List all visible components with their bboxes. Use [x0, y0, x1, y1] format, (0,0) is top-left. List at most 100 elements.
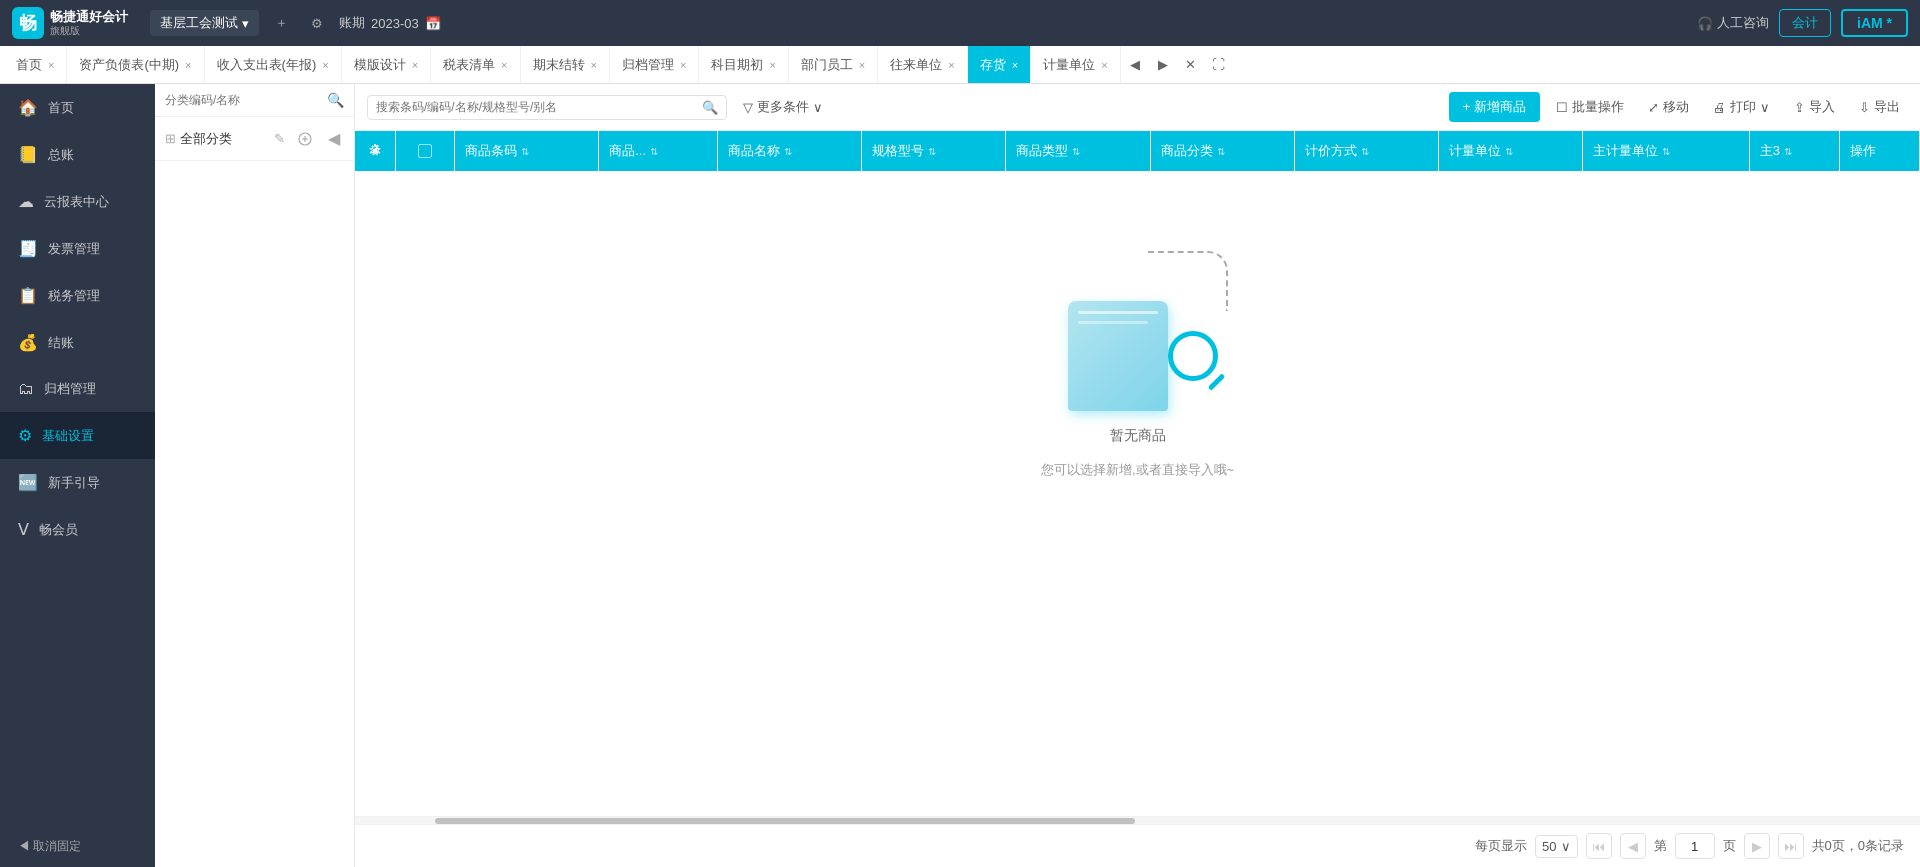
- sort-code-icon: ⇅: [650, 146, 658, 157]
- sort-unit-icon: ⇅: [1505, 146, 1513, 157]
- close-tab-income[interactable]: ×: [322, 59, 328, 71]
- th-category[interactable]: 商品分类 ⇅: [1150, 131, 1294, 171]
- page-number-input[interactable]: [1675, 833, 1715, 859]
- th-code[interactable]: 商品... ⇅: [599, 131, 718, 171]
- scrollbar-thumb[interactable]: [435, 818, 1135, 824]
- sidebar-item-settings[interactable]: ⚙ 基础设置: [0, 412, 155, 459]
- panel-collapse-button[interactable]: ◀: [324, 125, 344, 152]
- th-price-method[interactable]: 计价方式 ⇅: [1294, 131, 1438, 171]
- sidebar-item-reports[interactable]: ☁ 云报表中心: [0, 178, 155, 225]
- horizontal-scrollbar[interactable]: [355, 816, 1920, 824]
- sidebar-item-member[interactable]: Ⅴ 畅会员: [0, 506, 155, 553]
- tabs-scroll-right[interactable]: ▶: [1149, 46, 1177, 84]
- main-layout: 🏠 首页 📒 总账 ☁ 云报表中心 🧾 发票管理 📋 税务管理 💰 结账 🗂 归…: [0, 84, 1920, 867]
- tabs-maximize[interactable]: ⛶: [1205, 46, 1233, 84]
- prev-page-button[interactable]: ◀: [1620, 833, 1646, 859]
- close-tab-partners[interactable]: ×: [948, 59, 954, 71]
- th-action: 操作: [1840, 131, 1920, 171]
- tab-balance[interactable]: 资产负债表(中期) ×: [67, 46, 204, 84]
- th-type[interactable]: 商品类型 ⇅: [1006, 131, 1150, 171]
- move-icon: ⤢: [1648, 100, 1659, 115]
- tab-template[interactable]: 模版设计 ×: [342, 46, 431, 84]
- th-col3[interactable]: 主3 ⇅: [1749, 131, 1839, 171]
- print-button[interactable]: 🖨 打印 ∨: [1705, 94, 1778, 120]
- tab-home[interactable]: 首页 ×: [4, 46, 67, 84]
- import-icon: ⇪: [1794, 100, 1805, 115]
- calendar-icon[interactable]: 📅: [425, 16, 441, 31]
- th-main-unit[interactable]: 主计量单位 ⇅: [1583, 131, 1749, 171]
- close-tab-balance[interactable]: ×: [185, 59, 191, 71]
- sidebar-item-guide[interactable]: 🆕 新手引导: [0, 459, 155, 506]
- th-barcode[interactable]: 商品条码 ⇅: [454, 131, 598, 171]
- tabs-scroll-left[interactable]: ◀: [1121, 46, 1149, 84]
- category-all-label[interactable]: 全部分类: [180, 130, 232, 148]
- filter-button[interactable]: ▽ 更多条件 ∨: [735, 94, 831, 120]
- select-all-checkbox[interactable]: [418, 144, 432, 158]
- close-tab-department[interactable]: ×: [859, 59, 865, 71]
- company-selector[interactable]: 基层工会测试 ▾: [150, 10, 259, 36]
- period-value: 2023-03: [371, 16, 419, 31]
- settings-icon[interactable]: ⚙: [303, 9, 331, 37]
- category-search-icon[interactable]: 🔍: [327, 92, 344, 108]
- content-area: 🔍 ⊞ 全部分类 ✎: [155, 84, 1920, 867]
- main-search-input[interactable]: [376, 100, 696, 114]
- tab-period-end[interactable]: 期末结转 ×: [521, 46, 610, 84]
- category-add-button[interactable]: [294, 128, 316, 150]
- filter-icon: ▽: [743, 100, 753, 115]
- close-tab-inventory[interactable]: ×: [1012, 59, 1018, 71]
- move-button[interactable]: ⤢ 移动: [1640, 94, 1697, 120]
- sidebar-item-archive[interactable]: 🗂 归档管理: [0, 366, 155, 412]
- add-tab-button[interactable]: ＋: [267, 9, 295, 37]
- main-search-icon[interactable]: 🔍: [702, 100, 718, 115]
- iam-button[interactable]: iAM *: [1841, 9, 1908, 37]
- th-gear[interactable]: [355, 131, 395, 171]
- close-books-icon: 💰: [18, 333, 38, 352]
- account-button[interactable]: 会计: [1779, 9, 1831, 37]
- category-search-input[interactable]: [165, 93, 323, 107]
- tab-tax[interactable]: 税表清单 ×: [431, 46, 520, 84]
- batch-operation-button[interactable]: ☐ 批量操作: [1548, 94, 1632, 120]
- page-word: 第: [1654, 837, 1667, 855]
- category-edit-button[interactable]: ✎: [268, 128, 290, 150]
- close-tab-period-end[interactable]: ×: [591, 59, 597, 71]
- tab-archive[interactable]: 归档管理 ×: [610, 46, 699, 84]
- sidebar-unpin-button[interactable]: ◀ 取消固定: [0, 826, 155, 867]
- add-product-button[interactable]: + 新增商品: [1449, 92, 1540, 122]
- last-page-button[interactable]: ⏭: [1778, 833, 1804, 859]
- sidebar-item-ledger[interactable]: 📒 总账: [0, 131, 155, 178]
- tab-partners[interactable]: 往来单位 ×: [878, 46, 967, 84]
- close-tab-template[interactable]: ×: [412, 59, 418, 71]
- sidebar-item-home[interactable]: 🏠 首页: [0, 84, 155, 131]
- close-tab-subject[interactable]: ×: [769, 59, 775, 71]
- empty-subtitle: 您可以选择新增,或者直接导入哦~: [1041, 461, 1234, 479]
- export-button[interactable]: ⇩ 导出: [1851, 94, 1908, 120]
- consult-button[interactable]: 🎧 人工咨询: [1697, 14, 1769, 32]
- close-tab-unit[interactable]: ×: [1101, 59, 1107, 71]
- sidebar-item-close[interactable]: 💰 结账: [0, 319, 155, 366]
- tab-department[interactable]: 部门员工 ×: [789, 46, 878, 84]
- tab-subject[interactable]: 科目期初 ×: [699, 46, 788, 84]
- sort-name-icon: ⇅: [784, 146, 792, 157]
- th-checkbox[interactable]: [395, 131, 454, 171]
- close-tab-home[interactable]: ×: [48, 59, 54, 71]
- sidebar-item-tax[interactable]: 📋 税务管理: [0, 272, 155, 319]
- import-button[interactable]: ⇪ 导入: [1786, 94, 1843, 120]
- print-dropdown-icon: ∨: [1760, 100, 1770, 115]
- tab-income[interactable]: 收入支出表(年报) ×: [205, 46, 342, 84]
- dropdown-icon: ▾: [242, 16, 249, 31]
- th-spec[interactable]: 规格型号 ⇅: [862, 131, 1006, 171]
- tabs-close-all[interactable]: ✕: [1177, 46, 1205, 84]
- tab-inventory[interactable]: 存货 ×: [968, 46, 1031, 84]
- th-unit[interactable]: 计量单位 ⇅: [1439, 131, 1583, 171]
- empty-state: 暂无商品 您可以选择新增,或者直接导入哦~: [355, 171, 1920, 559]
- page-size-selector[interactable]: 50 ∨: [1535, 835, 1577, 858]
- th-name[interactable]: 商品名称 ⇅: [717, 131, 861, 171]
- close-tab-archive[interactable]: ×: [680, 59, 686, 71]
- next-page-button[interactable]: ▶: [1744, 833, 1770, 859]
- sidebar-item-invoice[interactable]: 🧾 发票管理: [0, 225, 155, 272]
- tab-unit[interactable]: 计量单位 ×: [1031, 46, 1120, 84]
- sidebar-label-settings: 基础设置: [42, 427, 94, 445]
- first-page-button[interactable]: ⏮: [1586, 833, 1612, 859]
- close-tab-tax[interactable]: ×: [501, 59, 507, 71]
- sidebar-label-archive: 归档管理: [44, 380, 96, 398]
